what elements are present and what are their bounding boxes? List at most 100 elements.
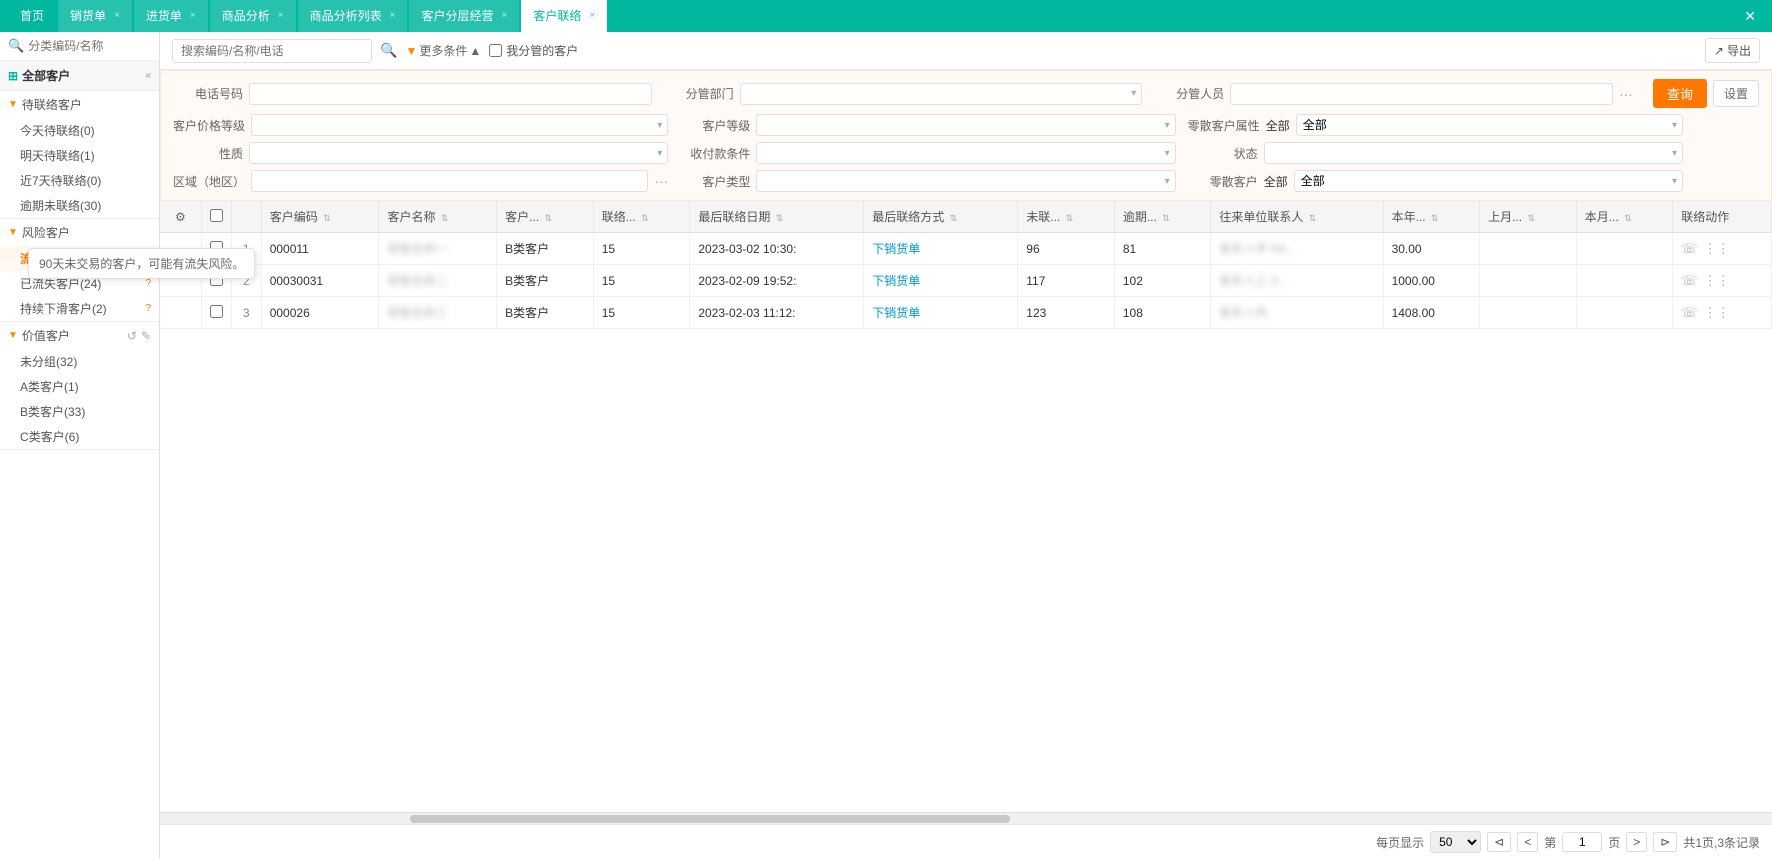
arrow-icon: ▼ xyxy=(8,330,18,341)
filter-price-level-wrap: ▾ xyxy=(251,114,668,136)
scrollbar-thumb[interactable] xyxy=(410,815,1010,823)
sort-icon[interactable]: ⇅ xyxy=(776,213,784,223)
th-settings[interactable]: ⚙ xyxy=(160,201,201,233)
my-customers-checkbox[interactable] xyxy=(489,44,502,57)
td-overdue: 108 xyxy=(1114,297,1211,329)
th-contact: 联络... ⇅ xyxy=(593,201,690,233)
filter-scatter-customer-select[interactable]: 全部 xyxy=(1294,170,1683,192)
select-all-checkbox[interactable] xyxy=(210,209,223,222)
more-conditions-btn[interactable]: ▼ 更多条件 ▲ xyxy=(405,42,481,59)
contact-icon[interactable]: ☏ xyxy=(1681,305,1697,321)
search-input[interactable] xyxy=(172,39,372,63)
help-icon[interactable]: ? xyxy=(145,278,151,289)
sidebar-item-yuqi[interactable]: 逾期未联络(30) xyxy=(0,193,159,218)
sidebar-item-c-class[interactable]: C类客户(6) xyxy=(0,424,159,449)
th-uncontacted: 未联... ⇅ xyxy=(1018,201,1115,233)
row-checkbox[interactable] xyxy=(210,305,223,318)
nav-tab-jinhuo[interactable]: 进货单 × xyxy=(134,0,208,32)
close-tab-kehu-fengceng[interactable]: × xyxy=(501,0,507,32)
th-type: 客户... ⇅ xyxy=(497,201,594,233)
sidebar-group-jiazhi-header[interactable]: ▼ 价值客户 ↺ ✎ xyxy=(0,322,159,349)
filter-region-input[interactable] xyxy=(251,170,648,192)
more-icon[interactable]: ⋮⋮ xyxy=(1704,305,1730,321)
td-this-year: 1408.00 xyxy=(1383,297,1480,329)
sort-icon[interactable]: ⇅ xyxy=(1624,213,1632,223)
sidebar-item-a-class[interactable]: A类客户(1) xyxy=(0,374,159,399)
sort-icon[interactable]: ⇅ xyxy=(1309,213,1317,223)
ellipsis-btn[interactable]: ··· xyxy=(1619,86,1633,102)
sidebar-item-mingtian[interactable]: 明天待联络(1) xyxy=(0,143,159,168)
filter-customer-type-select[interactable] xyxy=(756,170,1175,192)
per-page-select[interactable]: 50 20 100 xyxy=(1430,831,1481,853)
td-name: 顾客名称三 xyxy=(379,297,497,329)
sort-icon[interactable]: ⇅ xyxy=(323,213,331,223)
sidebar-search-input[interactable] xyxy=(28,39,160,53)
sort-icon[interactable]: ⇅ xyxy=(1162,213,1170,223)
filter-cell-person: 分管人员 ··· xyxy=(1154,83,1645,105)
page-number-input[interactable] xyxy=(1562,832,1602,852)
first-page-btn[interactable]: ⊲ xyxy=(1487,832,1511,852)
more-icon[interactable]: ⋮⋮ xyxy=(1704,273,1730,289)
sidebar-item-weifenzu[interactable]: 未分组(32) xyxy=(0,349,159,374)
my-customers-checkbox-label[interactable]: 我分管的客户 xyxy=(489,42,578,59)
next-page-btn[interactable]: > xyxy=(1626,832,1647,852)
close-tab-jinhuo[interactable]: × xyxy=(190,0,196,32)
sidebar-item-7tian[interactable]: 近7天待联络(0) xyxy=(0,168,159,193)
sidebar-item-chixu-xiahua[interactable]: 持续下滑客户(2) ? xyxy=(0,296,159,321)
filter-status-wrap: ▾ xyxy=(1264,142,1683,164)
sidebar-group-dailianluo-header[interactable]: ▼ 待联络客户 xyxy=(0,91,159,118)
close-tab-kehu-liaison[interactable]: × xyxy=(589,0,595,32)
filter-person-input[interactable] xyxy=(1230,83,1613,105)
td-last-contact-type[interactable]: 下销货单 xyxy=(864,233,1018,265)
nav-tab-shangpin-list[interactable]: 商品分析列表 × xyxy=(298,0,408,32)
sort-icon[interactable]: ⇅ xyxy=(1066,213,1074,223)
nav-tab-shangpin-analysis[interactable]: 商品分析 × xyxy=(210,0,296,32)
export-button[interactable]: ↗ 导出 xyxy=(1705,38,1760,63)
filter-status-select[interactable] xyxy=(1264,142,1683,164)
nav-home[interactable]: 首页 xyxy=(8,0,56,32)
filter-scatter-attr-select[interactable]: 全部 xyxy=(1296,114,1683,136)
sidebar-item-b-class[interactable]: B类客户(33) xyxy=(0,399,159,424)
action-icons: ☏ ⋮⋮ xyxy=(1681,273,1763,289)
close-tab-shangpin-list[interactable]: × xyxy=(390,0,396,32)
sort-icon[interactable]: ⇅ xyxy=(1528,213,1536,223)
nav-tab-kehu-fengceng[interactable]: 客户分层经营 × xyxy=(409,0,519,32)
filter-price-level-select[interactable] xyxy=(251,114,668,136)
all-customers-header[interactable]: ⊞ 全部客户 « xyxy=(0,61,159,91)
sort-icon[interactable]: ⇅ xyxy=(441,213,449,223)
sort-icon[interactable]: ⇅ xyxy=(1431,213,1439,223)
contact-icon[interactable]: ☏ xyxy=(1681,241,1697,257)
filter-phone-input[interactable] xyxy=(249,83,652,105)
refresh-icon[interactable]: ↺ xyxy=(127,329,137,343)
nav-tab-kehu-liaison[interactable]: 客户联络 × xyxy=(521,0,607,32)
prev-page-btn[interactable]: < xyxy=(1517,832,1538,852)
close-tab-xiaohuo[interactable]: × xyxy=(114,0,120,32)
td-last-contact-type[interactable]: 下销货单 xyxy=(864,297,1018,329)
query-button[interactable]: 查询 xyxy=(1653,79,1707,108)
td-name: 顾客名称二 xyxy=(379,265,497,297)
filter-department-select[interactable] xyxy=(740,83,1143,105)
window-close-button[interactable]: ✕ xyxy=(1736,8,1764,25)
filter-cell-scatter-customer: 零散客户 全部 全部 ▾ xyxy=(1188,170,1695,192)
search-button[interactable]: 🔍 xyxy=(380,42,397,59)
contact-icon[interactable]: ☏ xyxy=(1681,273,1697,289)
sidebar-item-jintian[interactable]: 今天待联络(0) xyxy=(0,118,159,143)
close-tab-shangpin-analysis[interactable]: × xyxy=(278,0,284,32)
help-icon[interactable]: ? xyxy=(145,303,151,314)
more-icon[interactable]: ⋮⋮ xyxy=(1704,241,1730,257)
filter-payment-select[interactable] xyxy=(756,142,1175,164)
td-last-contact-type[interactable]: 下销货单 xyxy=(864,265,1018,297)
filter-customer-level-select[interactable] xyxy=(756,114,1175,136)
sort-icon[interactable]: ⇅ xyxy=(641,213,649,223)
sort-icon[interactable]: ⇅ xyxy=(545,213,553,223)
nav-tab-xiaohuo[interactable]: 销货单 × xyxy=(58,0,132,32)
region-ellipsis-btn[interactable]: ··· xyxy=(654,173,668,189)
edit-icon[interactable]: ✎ xyxy=(141,329,151,343)
settings-button[interactable]: 设置 xyxy=(1713,80,1759,107)
sidebar-collapse-btn[interactable]: « xyxy=(145,70,151,81)
sidebar-group-fengxian-header[interactable]: ▼ 风险客户 xyxy=(0,219,159,246)
horizontal-scrollbar[interactable] xyxy=(160,812,1772,824)
sort-icon[interactable]: ⇅ xyxy=(950,213,958,223)
filter-nature-select[interactable] xyxy=(249,142,668,164)
last-page-btn[interactable]: ⊳ xyxy=(1653,832,1677,852)
